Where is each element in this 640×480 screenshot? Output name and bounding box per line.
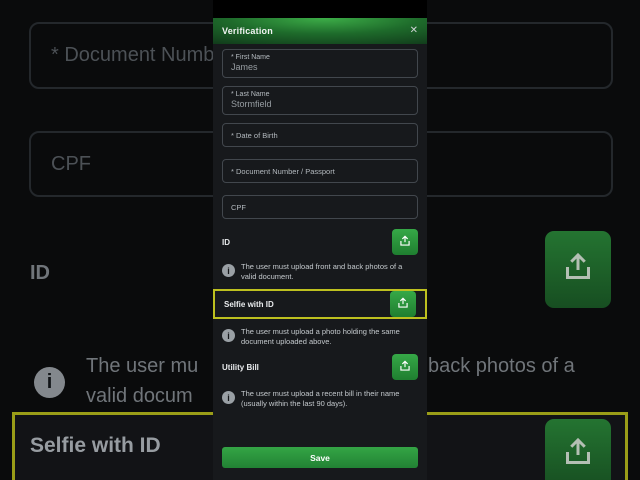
backdrop-selfie-label: Selfie with ID [30, 434, 161, 457]
modal-body: * First Name James * Last Name Stormfiel… [213, 44, 427, 480]
selfie-info-row: i The user must upload a photo holding t… [222, 327, 418, 347]
id-info-text: The user must upload front and back phot… [241, 262, 403, 281]
upload-icon [398, 234, 412, 251]
cpf-placeholder: CPF [231, 202, 246, 212]
backdrop-cpf-field-text: CPF [51, 152, 91, 175]
info-icon: i [222, 329, 235, 342]
utility-bill-upload-row: Utility Bill [222, 353, 418, 381]
first-name-label: * First Name [231, 54, 270, 61]
selfie-upload-row-highlighted: Selfie with ID [213, 289, 427, 319]
upload-icon [560, 249, 596, 290]
selfie-info-text: The user must upload a photo holding the… [241, 327, 400, 346]
utility-bill-info-text: The user must upload a recent bill in th… [241, 389, 400, 408]
upload-icon [396, 296, 410, 313]
save-button[interactable]: Save [222, 447, 418, 468]
verification-modal: Verification ✕ * First Name James * Last… [213, 18, 427, 480]
selfie-upload-label: Selfie with ID [224, 299, 274, 309]
info-icon: i [222, 264, 235, 277]
backdrop-info-icon: i [34, 367, 65, 398]
upload-icon [398, 359, 412, 376]
backdrop-info-text-left: The user mu [86, 355, 199, 377]
id-upload-button[interactable] [392, 229, 418, 255]
first-name-value: James [231, 62, 258, 72]
backdrop-info-text-line2: valid docum [86, 385, 193, 407]
last-name-field[interactable]: * Last Name Stormfield [222, 86, 418, 115]
cpf-field[interactable]: CPF [222, 195, 418, 219]
upload-icon [560, 434, 596, 475]
backdrop-upload-button-selfie [545, 419, 611, 480]
utility-bill-upload-button[interactable] [392, 354, 418, 380]
backdrop-upload-button-id [545, 231, 611, 308]
last-name-label: * Last Name [231, 91, 270, 98]
backdrop-id-label: ID [30, 262, 50, 284]
selfie-upload-button[interactable] [390, 291, 416, 317]
screen: * Document Numb CPF ID i The user mu bac… [0, 0, 640, 480]
last-name-value: Stormfield [231, 99, 272, 109]
modal-title: Verification [222, 26, 273, 36]
date-of-birth-placeholder: * Date of Birth [231, 130, 278, 140]
id-info-row: i The user must upload front and back ph… [222, 262, 418, 282]
id-upload-label: ID [222, 237, 230, 247]
first-name-field[interactable]: * First Name James [222, 49, 418, 78]
utility-bill-info-row: i The user must upload a recent bill in … [222, 389, 418, 409]
info-icon: i [222, 391, 235, 404]
modal-header: Verification ✕ [213, 18, 427, 44]
document-number-placeholder: * Document Number / Passport [231, 166, 335, 176]
status-bar-area [213, 0, 427, 18]
id-upload-row: ID [222, 228, 418, 256]
backdrop-document-field-text: * Document Numb [51, 44, 215, 66]
document-number-field[interactable]: * Document Number / Passport [222, 159, 418, 183]
backdrop-info-text-right: back photos of a [428, 355, 575, 377]
utility-bill-upload-label: Utility Bill [222, 362, 259, 372]
date-of-birth-field[interactable]: * Date of Birth [222, 123, 418, 147]
close-icon[interactable]: ✕ [410, 26, 418, 36]
